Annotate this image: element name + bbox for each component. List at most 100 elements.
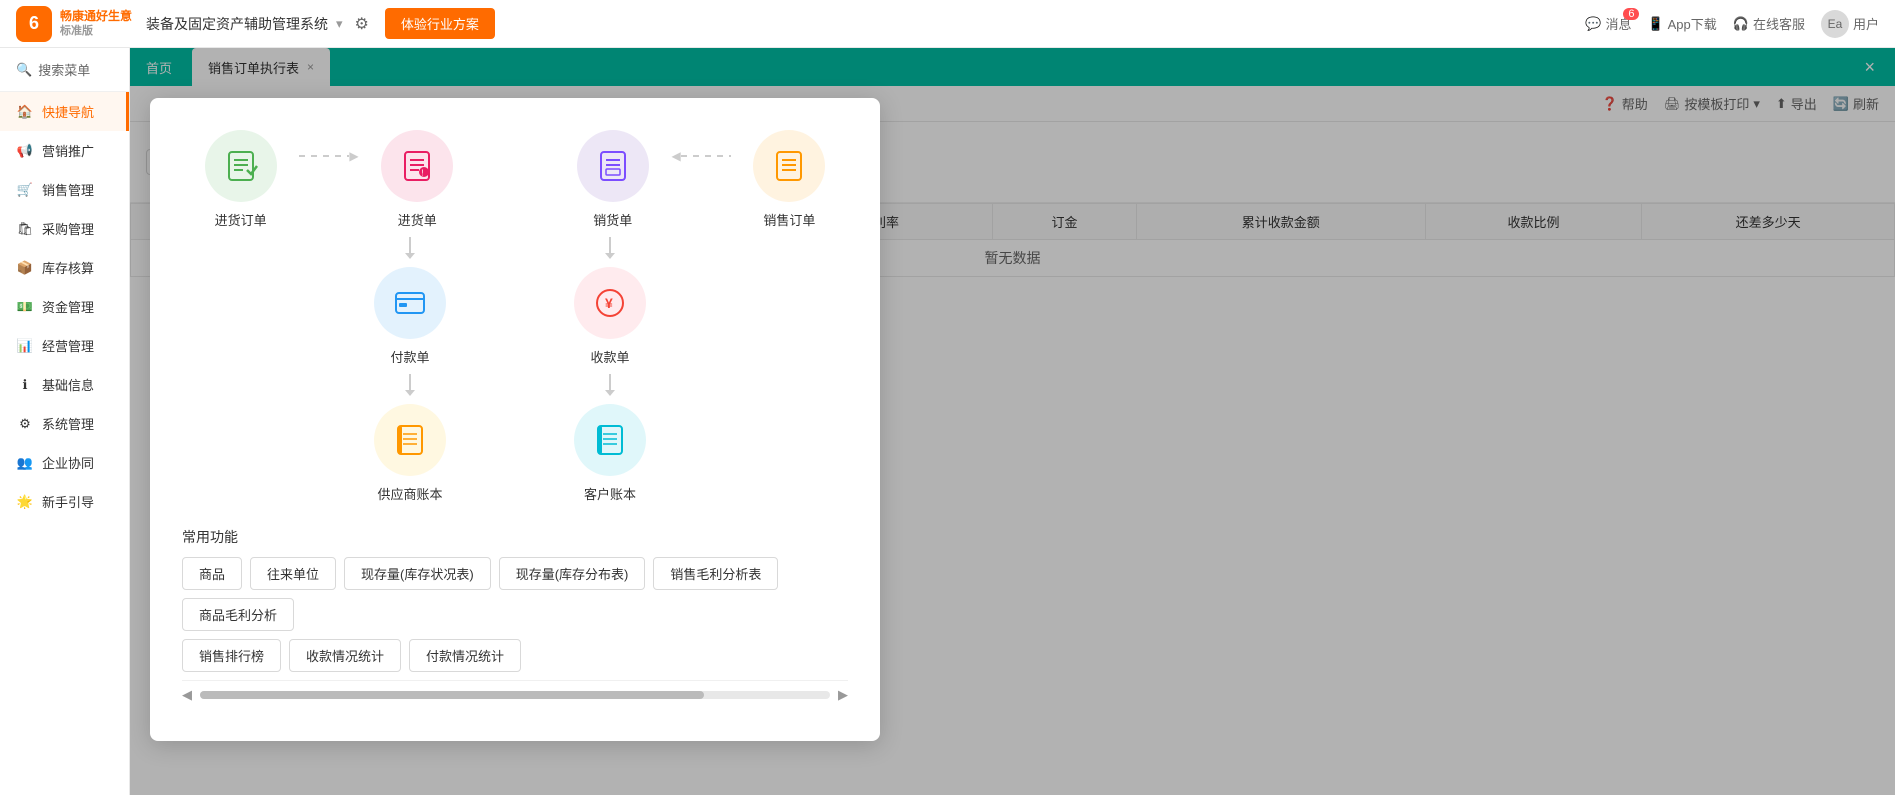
chart-icon: 📊 [16, 337, 34, 355]
flow-node-customer-ledger[interactable]: 客户账本 [550, 404, 670, 503]
func-buttons-group: 商品 往来单位 现存量(库存状况表) 现存量(库存分布表) 销售毛利分析表 商品… [182, 557, 848, 631]
message-icon: 💬 [1585, 16, 1601, 32]
flow-row-2: 付款单 ¥ 收款单 [182, 267, 848, 366]
func-btn-product-profit[interactable]: 商品毛利分析 [182, 598, 294, 631]
receipt-icon: ¥ [574, 267, 646, 339]
message-badge: 6 [1623, 8, 1639, 20]
info-icon: ℹ [16, 376, 34, 394]
func-btn-product[interactable]: 商品 [182, 557, 242, 590]
func-btn-receipt-stat[interactable]: 收款情况统计 [289, 639, 401, 672]
money-icon: 💵 [16, 298, 34, 316]
avatar: Ea [1821, 10, 1849, 38]
sidebar-item-marketing[interactable]: 📢 营销推广 [0, 131, 129, 170]
func-btn-sales-profit[interactable]: 销售毛利分析表 [653, 557, 778, 590]
arrow-down-sales [550, 237, 670, 259]
supplier-ledger-icon [374, 404, 446, 476]
scroll-hint: ◀ ▶ [182, 680, 848, 709]
purchase-bill-icon: ! [381, 130, 453, 202]
flow-row-1: 进货订单 ▶ ! [182, 130, 848, 229]
sidebar-item-purchase[interactable]: 🛍 采购管理 [0, 209, 129, 248]
receipt-label: 收款单 [590, 347, 629, 366]
guide-icon: 🌟 [16, 493, 34, 511]
arrow-purchase-to-purchase-bill: ▶ [299, 149, 358, 211]
scroll-right-arrow[interactable]: ▶ [838, 687, 848, 703]
sidebar-item-basic-info[interactable]: ℹ 基础信息 [0, 365, 129, 404]
arrow-down-purchase [350, 237, 470, 259]
flow-node-purchase-order[interactable]: 进货订单 [182, 130, 299, 229]
system-title: 装备及固定资产辅助管理系统 ▾ ⚙ 体验行业方案 [146, 8, 1585, 39]
box-icon: 📦 [16, 259, 34, 277]
sidebar-item-guide[interactable]: 🌟 新手引导 [0, 482, 129, 521]
logo-area: 6 畅康通好生意 标准版 [16, 6, 146, 42]
cart-icon: 🛒 [16, 181, 34, 199]
func-btn-partners[interactable]: 往来单位 [250, 557, 336, 590]
sidebar-item-operations[interactable]: 📊 经营管理 [0, 326, 129, 365]
sales-bill-icon [577, 130, 649, 202]
common-functions: 常用功能 商品 往来单位 现存量(库存状况表) 现存量(库存分布表) 销售毛利分… [182, 527, 848, 672]
search-icon: 🔍 [16, 62, 32, 78]
headset-icon: 🎧 [1733, 16, 1749, 32]
team-icon: 👥 [16, 454, 34, 472]
megaphone-icon: 📢 [16, 142, 34, 160]
flow-row-arrows [182, 237, 848, 259]
func-btn-stock-status[interactable]: 现存量(库存状况表) [344, 557, 491, 590]
customer-ledger-label: 客户账本 [584, 484, 636, 503]
arrow-down-payment [350, 374, 470, 396]
sales-order-label: 销售订单 [763, 210, 815, 229]
sales-order-icon [753, 130, 825, 202]
sidebar-item-system[interactable]: ⚙ 系统管理 [0, 404, 129, 443]
flow-diagram: 进货订单 ▶ ! [182, 130, 848, 511]
purchase-order-label: 进货订单 [215, 210, 267, 229]
scroll-bar[interactable] [200, 691, 830, 699]
overlay[interactable]: 进货订单 ▶ ! [130, 48, 1895, 795]
func-btn-payment-stat[interactable]: 付款情况统计 [409, 639, 521, 672]
sidebar-item-inventory[interactable]: 📦 库存核算 [0, 248, 129, 287]
search-menu-button[interactable]: 🔍 搜索菜单 [8, 56, 121, 83]
supplier-ledger-label: 供应商账本 [377, 484, 442, 503]
func-btn-stock-dist[interactable]: 现存量(库存分布表) [499, 557, 646, 590]
svg-text:¥: ¥ [605, 295, 613, 311]
sidebar-item-finance[interactable]: 💵 资金管理 [0, 287, 129, 326]
func-btn-sales-rank[interactable]: 销售排行榜 [182, 639, 281, 672]
sidebar-item-collaboration[interactable]: 👥 企业协同 [0, 443, 129, 482]
app-download-button[interactable]: 📱 App下载 [1647, 14, 1716, 33]
bag-icon: 🛍 [16, 220, 34, 238]
sidebar-search[interactable]: 🔍 搜索菜单 [0, 48, 129, 92]
logo-icon: 6 [16, 6, 52, 42]
purchase-bill-label: 进货单 [398, 210, 437, 229]
home-icon: 🏠 [16, 103, 34, 121]
flow-node-purchase-bill[interactable]: ! 进货单 [359, 130, 476, 229]
top-right-area: 💬 消息 6 📱 App下载 🎧 在线客服 Ea 用户 [1585, 10, 1879, 38]
customer-ledger-icon [574, 404, 646, 476]
flow-node-supplier-ledger[interactable]: 供应商账本 [350, 404, 470, 503]
scroll-left-arrow[interactable]: ◀ [182, 687, 192, 703]
dropdown-icon[interactable]: ▾ [336, 16, 343, 32]
sidebar-nav: 🏠 快捷导航 📢 营销推广 🛒 销售管理 🛍 采购管理 📦 库存核 [0, 92, 129, 795]
payment-icon [374, 267, 446, 339]
user-menu[interactable]: Ea 用户 [1821, 10, 1879, 38]
system-name: 装备及固定资产辅助管理系统 [146, 14, 328, 34]
scroll-thumb [200, 691, 704, 699]
arrow-sales-order-to-sales-bill: ◀ [671, 149, 730, 211]
online-service-button[interactable]: 🎧 在线客服 [1733, 14, 1805, 33]
flow-node-payment[interactable]: 付款单 [350, 267, 470, 366]
content-area: 首页 销售订单执行表 × × ❓ 帮助 🖨 [130, 48, 1895, 795]
logo-text: 畅康通好生意 标准版 [60, 9, 132, 39]
sidebar-item-quick-nav[interactable]: 🏠 快捷导航 [0, 92, 129, 131]
sales-bill-label: 销货单 [593, 210, 632, 229]
trial-button[interactable]: 体验行业方案 [385, 8, 495, 39]
popup-card: 进货订单 ▶ ! [150, 98, 880, 741]
payment-label: 付款单 [390, 347, 429, 366]
sidebar-item-sales[interactable]: 🛒 销售管理 [0, 170, 129, 209]
func-buttons-group-2: 销售排行榜 收款情况统计 付款情况统计 [182, 639, 848, 672]
sidebar: 🔍 搜索菜单 🏠 快捷导航 📢 营销推广 🛒 销售管理 🛍 [0, 48, 130, 795]
flow-node-sales-order[interactable]: 销售订单 [731, 130, 848, 229]
flow-row-3: 供应商账本 客户账本 [182, 404, 848, 503]
flow-node-receipt[interactable]: ¥ 收款单 [550, 267, 670, 366]
settings-icon[interactable]: ⚙ [355, 14, 369, 34]
message-button[interactable]: 💬 消息 6 [1585, 14, 1631, 33]
common-functions-title: 常用功能 [182, 527, 848, 547]
purchase-order-icon [205, 130, 277, 202]
flow-node-sales-bill[interactable]: 销货单 [554, 130, 671, 229]
flow-row-arrows-2 [182, 374, 848, 396]
